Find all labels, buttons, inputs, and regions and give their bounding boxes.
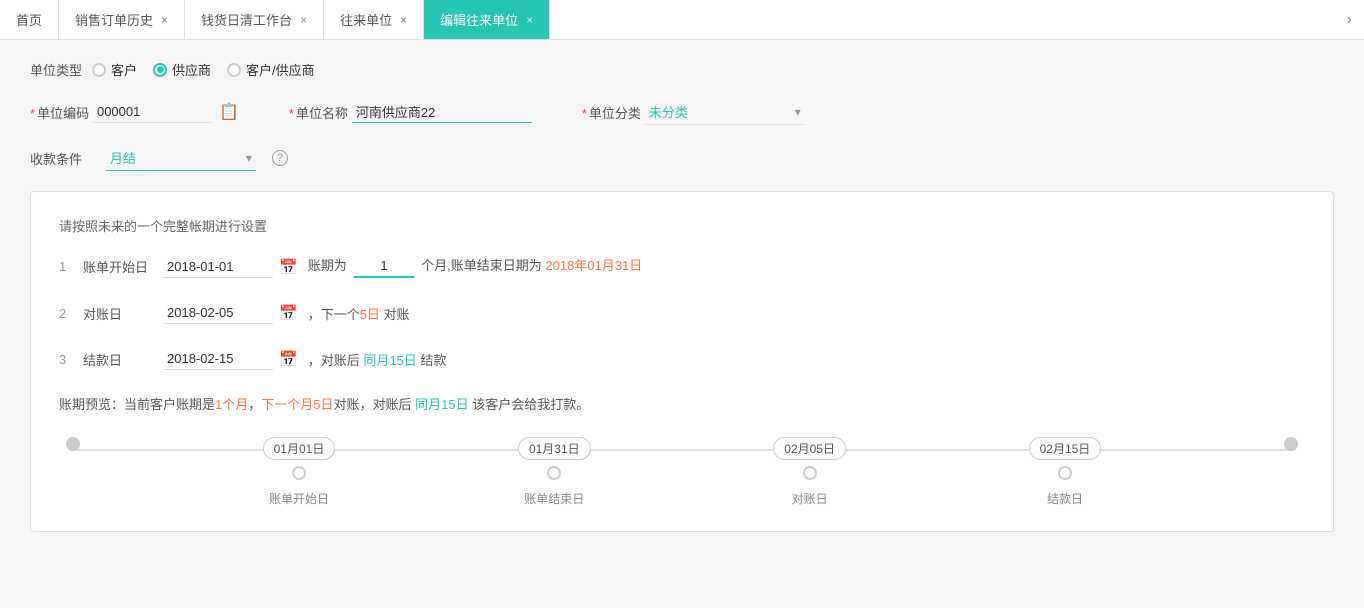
tab-cash-work-close[interactable]: × xyxy=(300,13,307,27)
name-field: *单位名称 xyxy=(289,101,532,123)
tl-dot-4 xyxy=(1058,466,1072,480)
radio-customer-label: 客户 xyxy=(111,60,137,79)
tl-label-2: 账单结束日 xyxy=(524,490,584,507)
setting-row-1: 1 账单开始日 📅 账期为 个月,账单结束日期为 2018年01月31日 xyxy=(59,255,1305,278)
payment-select[interactable]: 月结 ▾ xyxy=(106,145,256,171)
payment-dropdown-icon: ▾ xyxy=(246,151,252,165)
preview-months: 1个月 xyxy=(215,397,248,412)
end-date-highlight: 2018年01月31日 xyxy=(545,258,642,273)
tl-dot-end xyxy=(1284,437,1298,451)
period-input[interactable] xyxy=(354,255,414,278)
code-field: *单位编码 📋 xyxy=(30,101,239,123)
timeline-point-start-dot xyxy=(66,437,80,507)
payment-value: 月结 xyxy=(110,148,246,167)
tl-dot-1 xyxy=(292,466,306,480)
card-title: 请按照未来的一个完整帐期进行设置 xyxy=(59,216,1305,235)
radio-customer-circle xyxy=(92,63,106,77)
payment-label: 收款条件 xyxy=(30,149,82,168)
tab-bar: 首页 销售订单历史 × 钱货日清工作台 × 往来单位 × 编辑往来单位 × › xyxy=(0,0,1364,40)
unit-type-radio-group: 客户 供应商 客户/供应商 xyxy=(92,60,315,79)
tl-dot-2 xyxy=(547,466,561,480)
tab-partners-label: 往来单位 xyxy=(340,10,392,29)
setting-row-2: 2 对账日 📅 ，下一个5日 对账 xyxy=(59,302,1305,324)
name-label: *单位名称 xyxy=(289,103,348,122)
timeline-point-3: 02月05日 对账日 xyxy=(773,437,846,507)
payment-row: 收款条件 月结 ▾ ? xyxy=(30,145,1334,171)
timeline-point-1: 01月01日 账单开始日 xyxy=(263,437,336,507)
radio-both-label: 客户/供应商 xyxy=(246,60,315,79)
settings-card: 请按照未来的一个完整帐期进行设置 1 账单开始日 📅 账期为 个月,账单结束日期… xyxy=(30,191,1334,532)
setting-row-3: 3 结款日 📅 ，对账后 同月15日 结款 xyxy=(59,348,1305,370)
row-label-2: 对账日 xyxy=(83,304,163,323)
name-input[interactable] xyxy=(352,101,532,123)
tab-edit-partner[interactable]: 编辑往来单位 × xyxy=(424,0,550,39)
tab-sales-history[interactable]: 销售订单历史 × xyxy=(59,0,185,39)
payment-help-icon[interactable]: ? xyxy=(272,150,288,166)
tl-dot-3 xyxy=(803,466,817,480)
radio-supplier-label: 供应商 xyxy=(172,60,211,79)
tab-partners-close[interactable]: × xyxy=(400,13,407,27)
tab-partners[interactable]: 往来单位 × xyxy=(324,0,424,39)
timeline-point-4: 02月15日 结款日 xyxy=(1029,437,1102,507)
date-input-3[interactable] xyxy=(163,348,273,370)
code-name-cat-row: *单位编码 📋 *单位名称 *单位分类 未分类 ▾ xyxy=(30,99,1334,125)
tab-sales-history-label: 销售订单历史 xyxy=(75,10,153,29)
calendar-icon-3[interactable]: 📅 xyxy=(279,350,298,368)
row-num-2: 2 xyxy=(59,306,83,321)
tl-badge-2: 01月31日 xyxy=(518,437,591,460)
radio-both[interactable]: 客户/供应商 xyxy=(227,60,315,79)
category-value: 未分类 xyxy=(649,102,795,121)
row-num-3: 3 xyxy=(59,352,83,367)
calendar-icon-1[interactable]: 📅 xyxy=(279,258,298,276)
date-input-2[interactable] xyxy=(163,302,273,324)
timeline-point-2: 01月31日 账单结束日 xyxy=(518,437,591,507)
tab-home-label: 首页 xyxy=(16,10,42,29)
tab-cash-work[interactable]: 钱货日清工作台 × xyxy=(185,0,324,39)
next-day-highlight: 5日 xyxy=(360,307,380,322)
code-copy-icon[interactable]: 📋 xyxy=(219,102,239,122)
tab-edit-partner-close[interactable]: × xyxy=(526,13,533,27)
radio-supplier[interactable]: 供应商 xyxy=(153,60,211,79)
radio-supplier-circle xyxy=(153,63,167,77)
tab-cash-work-label: 钱货日清工作台 xyxy=(201,10,292,29)
tl-label-3: 对账日 xyxy=(792,490,828,507)
preview-next-day: 下一个月5日 xyxy=(261,397,333,412)
date-input-1[interactable] xyxy=(163,256,273,278)
code-label: *单位编码 xyxy=(30,103,89,122)
tl-badge-1: 01月01日 xyxy=(263,437,336,460)
tl-dot-0 xyxy=(66,437,80,451)
row-desc-1: 账期为 个月,账单结束日期为 2018年01月31日 xyxy=(308,255,643,278)
code-input[interactable] xyxy=(93,101,213,123)
timeline-point-end-dot xyxy=(1284,437,1298,507)
unit-type-row: 单位类型 客户 供应商 客户/供应商 xyxy=(30,60,1334,79)
category-field: *单位分类 未分类 ▾ xyxy=(582,99,805,125)
tl-label-1: 账单开始日 xyxy=(269,490,329,507)
calendar-icon-2[interactable]: 📅 xyxy=(279,304,298,322)
preview-text: 账期预览：当前客户账期是1个月，下一个月5日对账，对账后 同月15日 该客户会给… xyxy=(59,394,1305,413)
row-label-3: 结款日 xyxy=(83,350,163,369)
row-num-1: 1 xyxy=(59,259,83,274)
tl-badge-4: 02月15日 xyxy=(1029,437,1102,460)
tab-home[interactable]: 首页 xyxy=(0,0,59,39)
tab-edit-partner-label: 编辑往来单位 xyxy=(440,10,518,29)
row-label-1: 账单开始日 xyxy=(83,257,163,276)
radio-both-circle xyxy=(227,63,241,77)
tab-scroll-arrow[interactable]: › xyxy=(1335,0,1364,39)
unit-type-label: 单位类型 xyxy=(30,60,82,79)
timeline: 01月01日 账单开始日 01月31日 账单结束日 02月05日 对账日 xyxy=(59,437,1305,507)
row-desc-2: ，下一个5日 对账 xyxy=(308,304,410,323)
tl-badge-3: 02月05日 xyxy=(773,437,846,460)
preview-pay-day: 同月15日 xyxy=(415,397,468,412)
tab-sales-history-close[interactable]: × xyxy=(161,13,168,27)
main-content: 单位类型 客户 供应商 客户/供应商 *单位编码 📋 *单位名称 xyxy=(0,40,1364,600)
category-label: *单位分类 xyxy=(582,103,641,122)
same-month-highlight: 同月15日 xyxy=(363,353,416,368)
category-dropdown-icon: ▾ xyxy=(795,105,801,119)
radio-customer[interactable]: 客户 xyxy=(92,60,137,79)
row-desc-3: ，对账后 同月15日 结款 xyxy=(308,350,447,369)
tl-label-4: 结款日 xyxy=(1047,490,1083,507)
category-select[interactable]: 未分类 ▾ xyxy=(645,99,805,125)
